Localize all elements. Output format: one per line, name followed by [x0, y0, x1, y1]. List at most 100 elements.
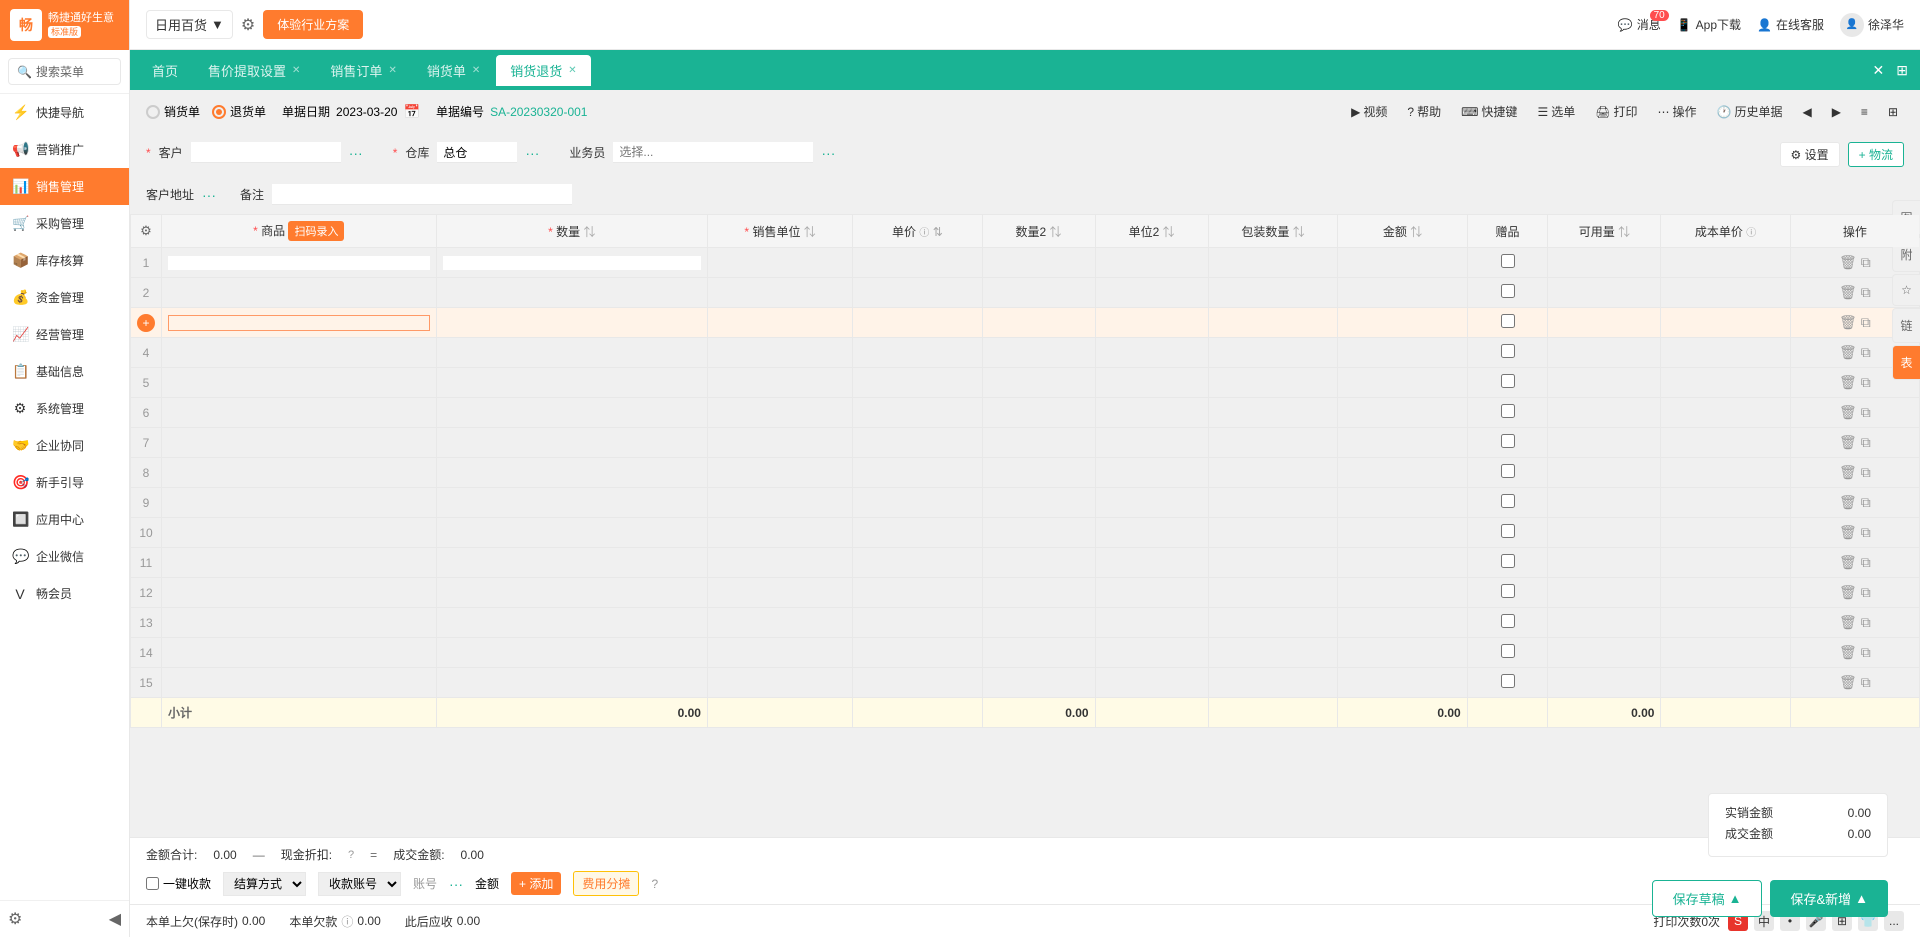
qty2-cell-5[interactable]	[982, 368, 1095, 398]
staff-input[interactable]	[613, 142, 813, 163]
list-view-btn[interactable]: ≡	[1855, 102, 1874, 122]
print-btn[interactable]: 🖨 打印	[1589, 100, 1643, 123]
price-sort-icon[interactable]: ⇅	[933, 225, 943, 239]
address-select-btn[interactable]: ···	[202, 187, 216, 203]
product-input-3[interactable]	[168, 315, 430, 331]
delete-row-12[interactable]: 🗑	[1839, 584, 1857, 601]
qty2-cell-7[interactable]	[982, 428, 1095, 458]
amount-cell-1[interactable]	[1338, 248, 1467, 278]
pkg-cell-13[interactable]	[1208, 608, 1338, 638]
unit2-cell-6[interactable]	[1095, 398, 1208, 428]
gift-checkbox-13[interactable]	[1501, 614, 1515, 628]
float-link-btn[interactable]: 链	[1892, 308, 1920, 343]
qty2-cell-6[interactable]	[982, 398, 1095, 428]
settings-gear-btn[interactable]: ⚙	[241, 15, 255, 35]
amount-cell-10[interactable]	[1338, 518, 1467, 548]
price-cell-14[interactable]	[853, 638, 982, 668]
sidebar-item-system[interactable]: ⚙ 系统管理	[0, 390, 129, 427]
copy-row-9[interactable]: ⧉	[1861, 494, 1871, 511]
copy-row-2[interactable]: ⧉	[1861, 284, 1871, 301]
qty2-sort-icon[interactable]: ⇅	[1050, 225, 1062, 239]
tab-close-price-settings[interactable]: ✕	[292, 65, 300, 76]
unit2-cell-1[interactable]	[1095, 248, 1208, 278]
daily-select[interactable]: 日用百货 ▼	[146, 10, 233, 39]
gift-checkbox-3[interactable]	[1501, 314, 1515, 328]
unit-sort-icon[interactable]: ⇅	[804, 225, 816, 239]
qty2-cell-2[interactable]	[982, 278, 1095, 308]
qty2-cell-15[interactable]	[982, 668, 1095, 698]
qty2-cell-9[interactable]	[982, 488, 1095, 518]
unit2-cell-7[interactable]	[1095, 428, 1208, 458]
tab-close-sales-order[interactable]: ✕	[388, 65, 396, 76]
unit2-cell-3[interactable]	[1095, 308, 1208, 338]
amount-cell-2[interactable]	[1338, 278, 1467, 308]
copy-row-5[interactable]: ⧉	[1861, 374, 1871, 391]
next-record-btn[interactable]: ▶	[1826, 102, 1847, 122]
radio-sales[interactable]: 销货单	[146, 103, 200, 120]
app-download-btn[interactable]: 📱 App下载	[1677, 16, 1741, 33]
qty-cell-5[interactable]	[436, 368, 707, 398]
unit2-sort-icon[interactable]: ⇅	[1163, 225, 1175, 239]
gift-checkbox-10[interactable]	[1501, 524, 1515, 538]
delete-row-6[interactable]: 🗑	[1839, 404, 1857, 421]
copy-row-13[interactable]: ⧉	[1861, 614, 1871, 631]
qty2-cell-10[interactable]	[982, 518, 1095, 548]
copy-row-14[interactable]: ⧉	[1861, 644, 1871, 661]
gift-checkbox-6[interactable]	[1501, 404, 1515, 418]
sidebar-item-operations[interactable]: 📈 经营管理	[0, 316, 129, 353]
gift-checkbox-12[interactable]	[1501, 584, 1515, 598]
pkg-cell-12[interactable]	[1208, 578, 1338, 608]
amount-cell-4[interactable]	[1338, 338, 1467, 368]
qty2-cell-1[interactable]	[982, 248, 1095, 278]
delete-row-5[interactable]: 🗑	[1839, 374, 1857, 391]
qty2-cell-12[interactable]	[982, 578, 1095, 608]
price-info-icon[interactable]: ⓘ	[919, 228, 929, 239]
sidebar-item-purchase[interactable]: 🛒 采购管理	[0, 205, 129, 242]
unit-cell-15[interactable]	[707, 668, 852, 698]
qty-cell-11[interactable]	[436, 548, 707, 578]
copy-row-6[interactable]: ⧉	[1861, 404, 1871, 421]
amount-cell-15[interactable]	[1338, 668, 1467, 698]
product-cell-13[interactable]	[162, 608, 437, 638]
pkg-cell-10[interactable]	[1208, 518, 1338, 548]
qty-cell-7[interactable]	[436, 428, 707, 458]
price-cell-12[interactable]	[853, 578, 982, 608]
product-cell-6[interactable]	[162, 398, 437, 428]
fee-split-btn[interactable]: 费用分摊	[573, 871, 639, 896]
gift-checkbox-7[interactable]	[1501, 434, 1515, 448]
pkg-cell-6[interactable]	[1208, 398, 1338, 428]
unit2-cell-12[interactable]	[1095, 578, 1208, 608]
amount-cell-14[interactable]	[1338, 638, 1467, 668]
qty-cell-12[interactable]	[436, 578, 707, 608]
prev-record-btn[interactable]: ◀	[1796, 102, 1817, 122]
grid-view-btn[interactable]: ⊞	[1882, 102, 1904, 122]
copy-row-4[interactable]: ⧉	[1861, 344, 1871, 361]
avail-sort-icon[interactable]: ⇅	[1618, 225, 1630, 239]
price-cell-1[interactable]	[853, 248, 982, 278]
copy-row-10[interactable]: ⧉	[1861, 524, 1871, 541]
qty2-cell-3[interactable]	[982, 308, 1095, 338]
message-btn[interactable]: 💬 消息 70	[1618, 16, 1661, 33]
price-cell-10[interactable]	[853, 518, 982, 548]
unit-cell-1[interactable]	[707, 248, 852, 278]
product-cell-5[interactable]	[162, 368, 437, 398]
unit-cell-6[interactable]	[707, 398, 852, 428]
gift-checkbox-14[interactable]	[1501, 644, 1515, 658]
delete-row-7[interactable]: 🗑	[1839, 434, 1857, 451]
qty2-cell-14[interactable]	[982, 638, 1095, 668]
gift-checkbox-15[interactable]	[1501, 674, 1515, 688]
delete-row-1[interactable]: 🗑	[1839, 254, 1857, 271]
add-row-btn[interactable]: +	[137, 314, 155, 332]
qty-cell-10[interactable]	[436, 518, 707, 548]
copy-row-12[interactable]: ⧉	[1861, 584, 1871, 601]
float-form-btn[interactable]: 表	[1892, 345, 1920, 380]
sidebar-item-base-info[interactable]: 📋 基础信息	[0, 353, 129, 390]
price-cell-9[interactable]	[853, 488, 982, 518]
unit-cell-7[interactable]	[707, 428, 852, 458]
product-cell-12[interactable]	[162, 578, 437, 608]
cash-discount-info-btn[interactable]: ?	[348, 849, 354, 861]
unit2-cell-9[interactable]	[1095, 488, 1208, 518]
gift-checkbox-5[interactable]	[1501, 374, 1515, 388]
amount-cell-5[interactable]	[1338, 368, 1467, 398]
tab-home[interactable]: 首页	[138, 55, 192, 86]
